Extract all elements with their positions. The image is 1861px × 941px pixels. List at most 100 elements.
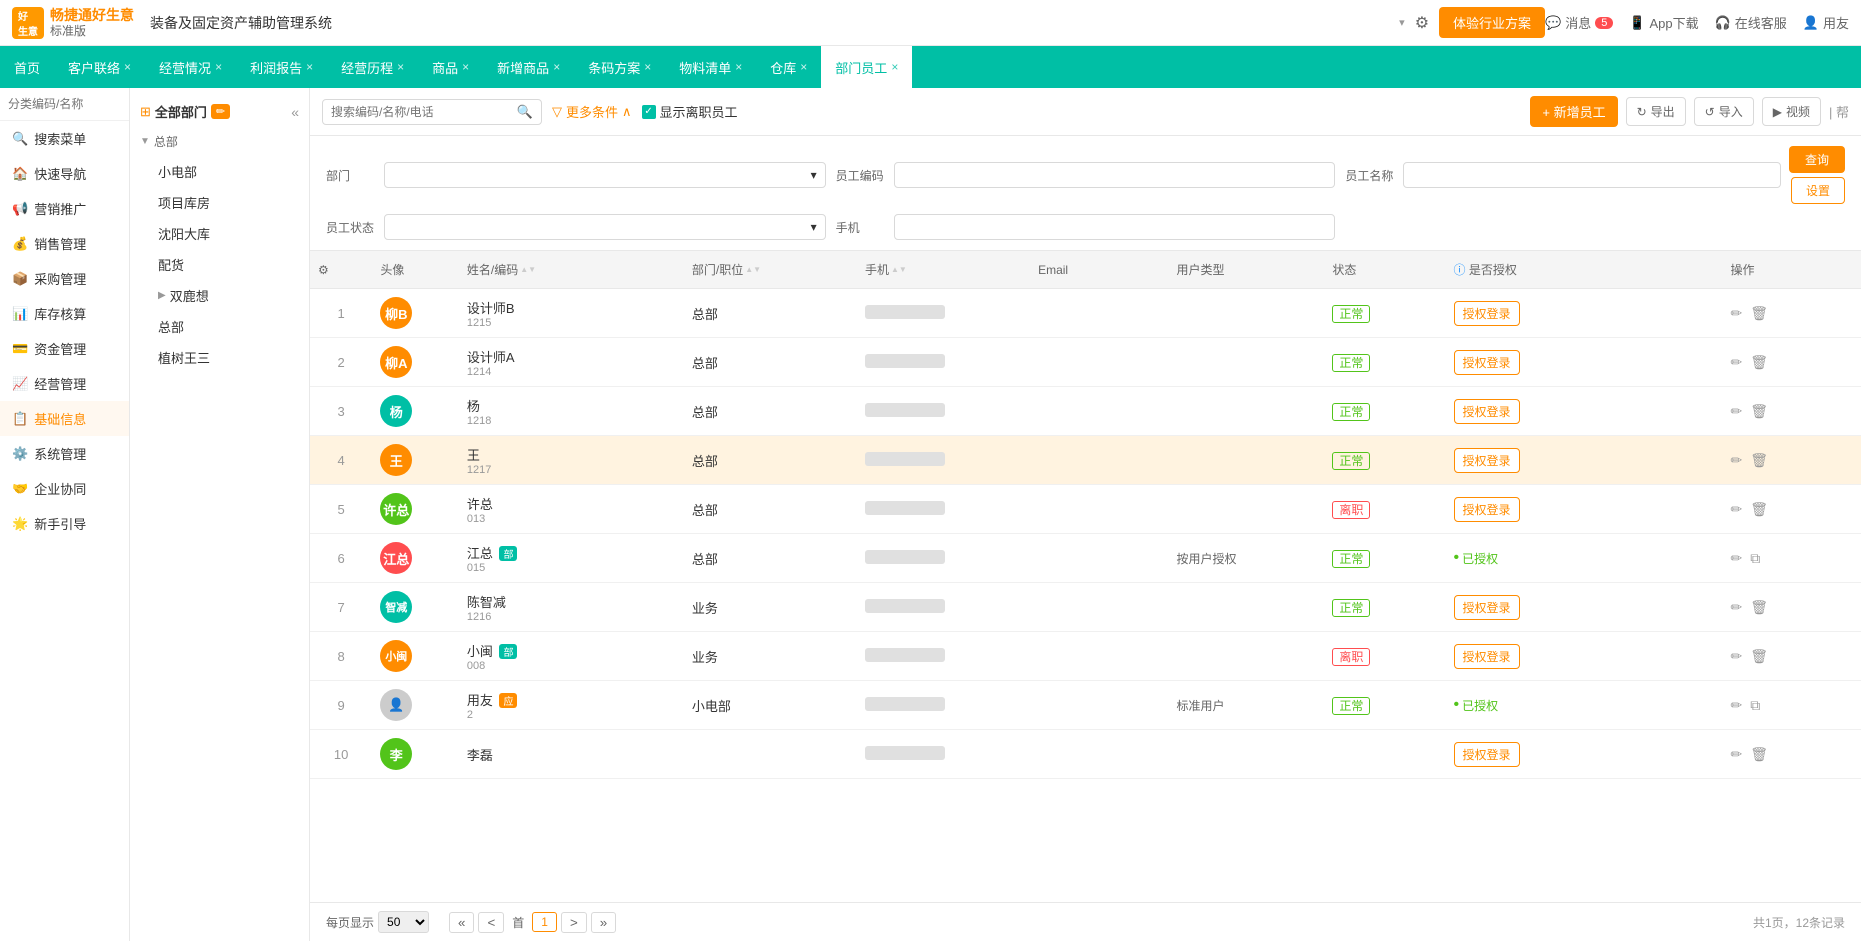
close-icon[interactable]: × xyxy=(553,60,560,74)
nav-item-operation[interactable]: 经营情况 × xyxy=(145,46,236,88)
nav-item-add-goods[interactable]: 新增商品 × xyxy=(483,46,574,88)
edit-icon[interactable]: ✏ xyxy=(1730,501,1742,518)
auth-button[interactable]: 授权登录 xyxy=(1454,742,1520,767)
import-button[interactable]: ↺ 导入 xyxy=(1694,97,1754,126)
sidebar-item-marketing[interactable]: 📢 营销推广 xyxy=(0,191,129,226)
tree-item-shenyang[interactable]: 沈阳大库 xyxy=(130,218,309,249)
search-input[interactable] xyxy=(331,105,511,119)
emp-name-input[interactable] xyxy=(1403,162,1781,188)
sidebar-item-guide[interactable]: 🌟 新手引导 xyxy=(0,506,129,541)
add-employee-button[interactable]: + 新增员工 xyxy=(1530,96,1617,127)
delete-icon[interactable]: 🗑 xyxy=(1750,746,1768,763)
more-conditions-button[interactable]: ▽ 更多条件 ∧ xyxy=(552,102,632,121)
auth-button[interactable]: 授权登录 xyxy=(1454,448,1520,473)
help-icon[interactable]: | 帮 xyxy=(1829,102,1849,121)
nav-item-history[interactable]: 经营历程 × xyxy=(327,46,418,88)
close-icon[interactable]: × xyxy=(891,60,898,74)
nav-item-employees[interactable]: 部门员工 × xyxy=(821,46,912,88)
auth-button[interactable]: 授权登录 xyxy=(1454,399,1520,424)
sidebar-item-system[interactable]: ⚙️ 系统管理 xyxy=(0,436,129,471)
edit-icon[interactable]: ✏ xyxy=(1730,599,1742,616)
nav-item-profit[interactable]: 利润报告 × xyxy=(236,46,327,88)
delete-icon[interactable]: 🗑 xyxy=(1750,452,1768,469)
settings-icon[interactable]: ⚙ xyxy=(1415,13,1429,33)
show-resigned-checkbox[interactable]: ✓ xyxy=(642,105,656,119)
dept-all-label[interactable]: 全部部门 xyxy=(155,102,207,121)
close-icon[interactable]: × xyxy=(644,60,651,74)
next-page-button[interactable]: > xyxy=(561,912,587,933)
nav-item-bom[interactable]: 物料清单 × xyxy=(665,46,756,88)
th-phone[interactable]: 手机 ▲▼ xyxy=(857,251,1030,289)
first-page-button[interactable]: « xyxy=(449,912,474,933)
edit-icon[interactable]: ✏ xyxy=(1730,648,1742,665)
close-icon[interactable]: × xyxy=(462,60,469,74)
dept-filter-select[interactable]: ▾ xyxy=(384,162,826,188)
tree-item-xiaodian[interactable]: 小电部 xyxy=(130,156,309,187)
sidebar-item-purchase[interactable]: 📦 采购管理 xyxy=(0,261,129,296)
close-icon[interactable]: × xyxy=(215,60,222,74)
close-icon[interactable]: × xyxy=(735,60,742,74)
edit-icon[interactable]: ✏ xyxy=(1730,452,1742,469)
sidebar-item-sales[interactable]: 💰 销售管理 xyxy=(0,226,129,261)
search-input-wrapper[interactable]: 🔍 xyxy=(322,99,542,125)
nav-item-customer[interactable]: 客户联络 × xyxy=(54,46,145,88)
edit-icon[interactable]: ✏ xyxy=(1730,354,1742,371)
message-button[interactable]: 💬 消息 5 xyxy=(1545,13,1613,32)
current-page-display[interactable]: 1 xyxy=(532,912,557,932)
search-button[interactable]: 查询 xyxy=(1789,146,1845,173)
show-resigned-toggle[interactable]: ✓ 显示离职员工 xyxy=(642,102,738,121)
prev-page-button[interactable]: < xyxy=(478,912,504,933)
tree-item-project[interactable]: 项目库房 xyxy=(130,187,309,218)
app-download-button[interactable]: 📱 App下载 xyxy=(1629,13,1698,32)
sidebar-item-collab[interactable]: 🤝 企业协同 xyxy=(0,471,129,506)
sidebar-item-basic[interactable]: 📋 基础信息 xyxy=(0,401,129,436)
close-icon[interactable]: × xyxy=(306,60,313,74)
th-dept-pos[interactable]: 部门/职位 ▲▼ xyxy=(684,251,857,289)
view-button[interactable]: ▶ 视频 xyxy=(1762,97,1821,126)
edit-icon[interactable]: ✏ xyxy=(1730,697,1742,714)
edit-icon[interactable]: ✏ xyxy=(1730,403,1742,420)
copy-icon[interactable]: ⧉ xyxy=(1750,697,1760,714)
tree-item-shuanglu[interactable]: ▶ 双鹿想 xyxy=(130,280,309,311)
th-settings[interactable]: ⚙ xyxy=(310,251,372,289)
delete-icon[interactable]: 🗑 xyxy=(1750,305,1768,322)
close-icon[interactable]: × xyxy=(800,60,807,74)
page-size-select[interactable]: 50 20 100 xyxy=(378,911,429,933)
settings-button[interactable]: 设置 xyxy=(1791,177,1845,204)
sidebar-item-inventory[interactable]: 📊 库存核算 xyxy=(0,296,129,331)
tree-item-zhishu[interactable]: 植树王三 xyxy=(130,342,309,373)
auth-button[interactable]: 授权登录 xyxy=(1454,301,1520,326)
nav-item-home[interactable]: 首页 xyxy=(0,46,54,88)
export-button[interactable]: ↻ 导出 xyxy=(1626,97,1686,126)
sidebar-search-input[interactable] xyxy=(8,97,130,111)
copy-icon[interactable]: ⧉ xyxy=(1750,550,1760,567)
emp-code-input[interactable] xyxy=(894,162,1336,188)
delete-icon[interactable]: 🗑 xyxy=(1750,599,1768,616)
collapse-tree-button[interactable]: « xyxy=(291,104,299,120)
edit-icon[interactable]: ✏ xyxy=(1730,550,1742,567)
delete-icon[interactable]: 🗑 xyxy=(1750,501,1768,518)
delete-icon[interactable]: 🗑 xyxy=(1750,354,1768,371)
close-icon[interactable]: × xyxy=(397,60,404,74)
system-dropdown-arrow[interactable]: ▾ xyxy=(1399,16,1405,29)
dept-edit-icon[interactable]: ✏ xyxy=(211,104,230,119)
nav-item-goods[interactable]: 商品 × xyxy=(418,46,483,88)
th-name-code[interactable]: 姓名/编码 ▲▼ xyxy=(459,251,684,289)
nav-item-warehouse[interactable]: 仓库 × xyxy=(756,46,821,88)
sidebar-item-quicknav[interactable]: 🏠 快速导航 xyxy=(0,156,129,191)
nav-item-barcode[interactable]: 条码方案 × xyxy=(574,46,665,88)
edit-icon[interactable]: ✏ xyxy=(1730,746,1742,763)
auth-button[interactable]: 授权登录 xyxy=(1454,595,1520,620)
tree-item-hq[interactable]: 总部 xyxy=(130,311,309,342)
emp-status-select[interactable]: ▾ xyxy=(384,214,826,240)
sidebar-item-finance[interactable]: 💳 资金管理 xyxy=(0,331,129,366)
tree-item-headquarters-parent[interactable]: ▼ 总部 xyxy=(130,127,309,156)
auth-button[interactable]: 授权登录 xyxy=(1454,644,1520,669)
edit-icon[interactable]: ✏ xyxy=(1730,305,1742,322)
phone-input[interactable] xyxy=(894,214,1336,240)
online-service-button[interactable]: 🎧 在线客服 xyxy=(1715,13,1787,32)
sidebar-item-mgmt[interactable]: 📈 经营管理 xyxy=(0,366,129,401)
delete-icon[interactable]: 🗑 xyxy=(1750,648,1768,665)
sidebar-item-search[interactable]: 🔍 搜索菜单 xyxy=(0,121,129,156)
auth-button[interactable]: 授权登录 xyxy=(1454,350,1520,375)
